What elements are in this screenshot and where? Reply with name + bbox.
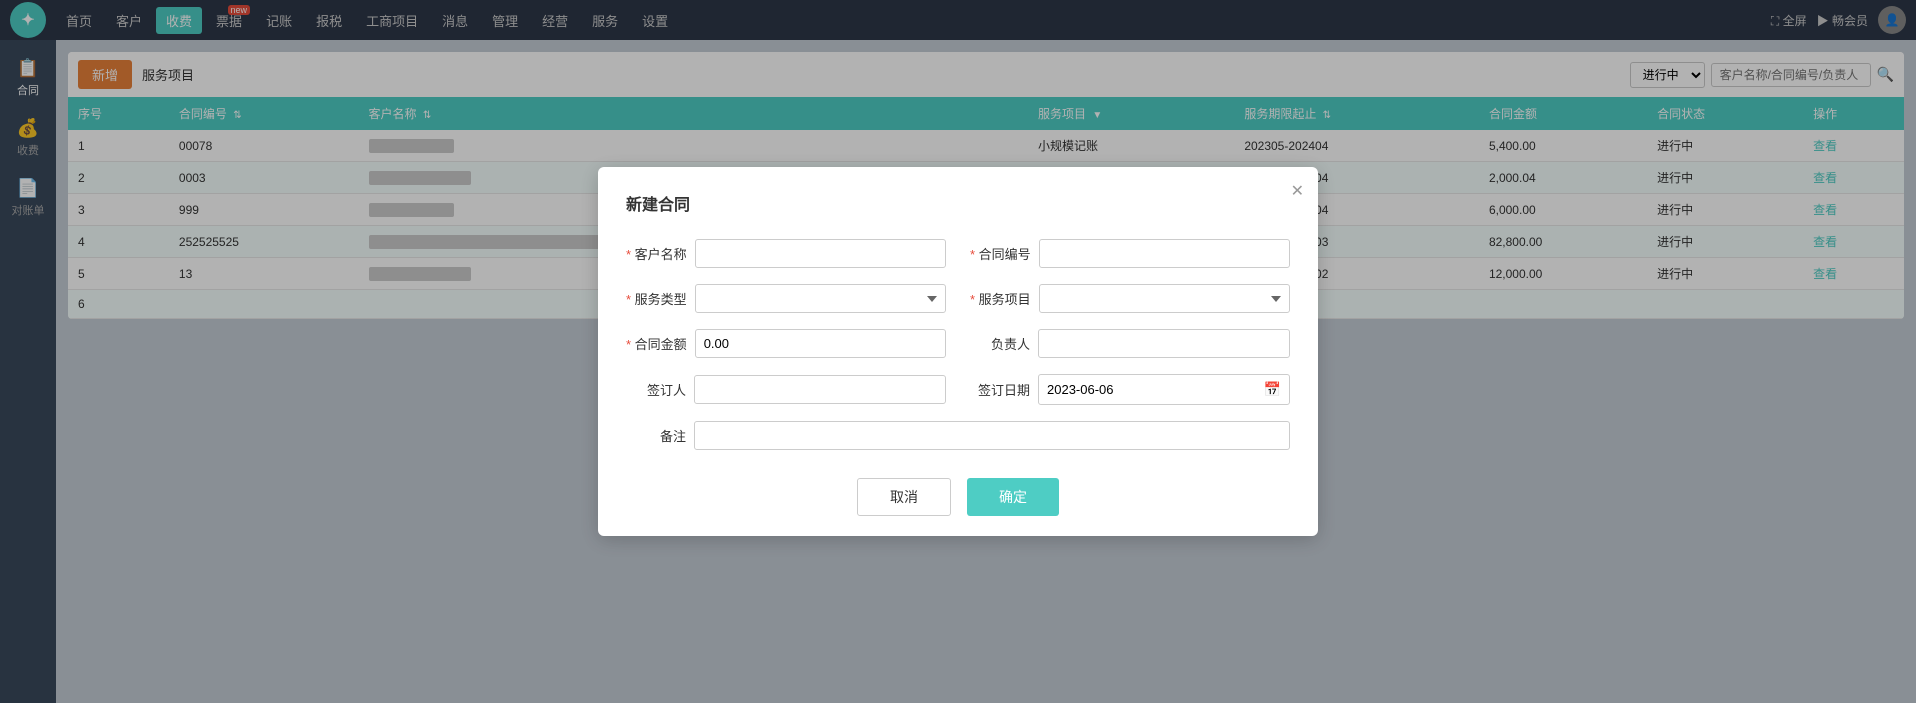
service-type-select[interactable] bbox=[695, 284, 946, 313]
remarks-input[interactable] bbox=[694, 421, 1290, 450]
remarks-label: 备注 bbox=[626, 426, 686, 445]
modal-title: 新建合同 bbox=[626, 191, 1290, 215]
contract-no-label: 合同编号 bbox=[970, 244, 1031, 263]
sign-date-wrap[interactable]: 📅 bbox=[1038, 374, 1290, 405]
form-row-signer: 签订人 bbox=[626, 374, 946, 405]
signer-input[interactable] bbox=[694, 375, 946, 404]
responsible-input[interactable] bbox=[1038, 329, 1290, 358]
confirm-button[interactable]: 确定 bbox=[967, 478, 1059, 516]
responsible-label: 负责人 bbox=[970, 334, 1030, 353]
form-row-remarks: 备注 bbox=[626, 421, 1290, 450]
modal-close-button[interactable]: ✕ bbox=[1291, 181, 1304, 201]
customer-name-label: 客户名称 bbox=[626, 244, 687, 263]
content-area: 新增 服务项目 进行中 已完成 已终止 🔍 序号 合同编 bbox=[56, 40, 1916, 703]
calendar-icon[interactable]: 📅 bbox=[1264, 381, 1281, 398]
main-layout: 📋 合同 💰 收费 📄 对账单 新增 服务项目 进行中 已完成 已终止 bbox=[0, 40, 1916, 703]
customer-name-input[interactable] bbox=[695, 239, 946, 268]
modal-overlay: 新建合同 ✕ 客户名称 合同编号 服务类型 bbox=[56, 40, 1916, 703]
contract-no-input[interactable] bbox=[1039, 239, 1290, 268]
form-row-amount: 合同金额 bbox=[626, 329, 946, 358]
amount-input[interactable] bbox=[695, 329, 946, 358]
form-row-responsible: 负责人 bbox=[970, 329, 1290, 358]
sign-date-input[interactable] bbox=[1047, 382, 1264, 397]
service-item-label: 服务项目 bbox=[970, 289, 1031, 308]
form-grid: 客户名称 合同编号 服务类型 服务项目 bbox=[626, 239, 1290, 450]
signer-label: 签订人 bbox=[626, 380, 686, 399]
amount-label: 合同金额 bbox=[626, 334, 687, 353]
service-type-label: 服务类型 bbox=[626, 289, 687, 308]
form-row-sign-date: 签订日期 📅 bbox=[970, 374, 1290, 405]
sign-date-label: 签订日期 bbox=[970, 380, 1030, 399]
form-row-customer: 客户名称 bbox=[626, 239, 946, 268]
modal-footer: 取消 确定 bbox=[626, 478, 1290, 516]
cancel-button[interactable]: 取消 bbox=[857, 478, 951, 516]
service-item-select[interactable] bbox=[1039, 284, 1290, 313]
form-row-service-item: 服务项目 bbox=[970, 284, 1290, 313]
new-contract-modal: 新建合同 ✕ 客户名称 合同编号 服务类型 bbox=[598, 167, 1318, 536]
form-row-service-type: 服务类型 bbox=[626, 284, 946, 313]
form-row-contract-no: 合同编号 bbox=[970, 239, 1290, 268]
